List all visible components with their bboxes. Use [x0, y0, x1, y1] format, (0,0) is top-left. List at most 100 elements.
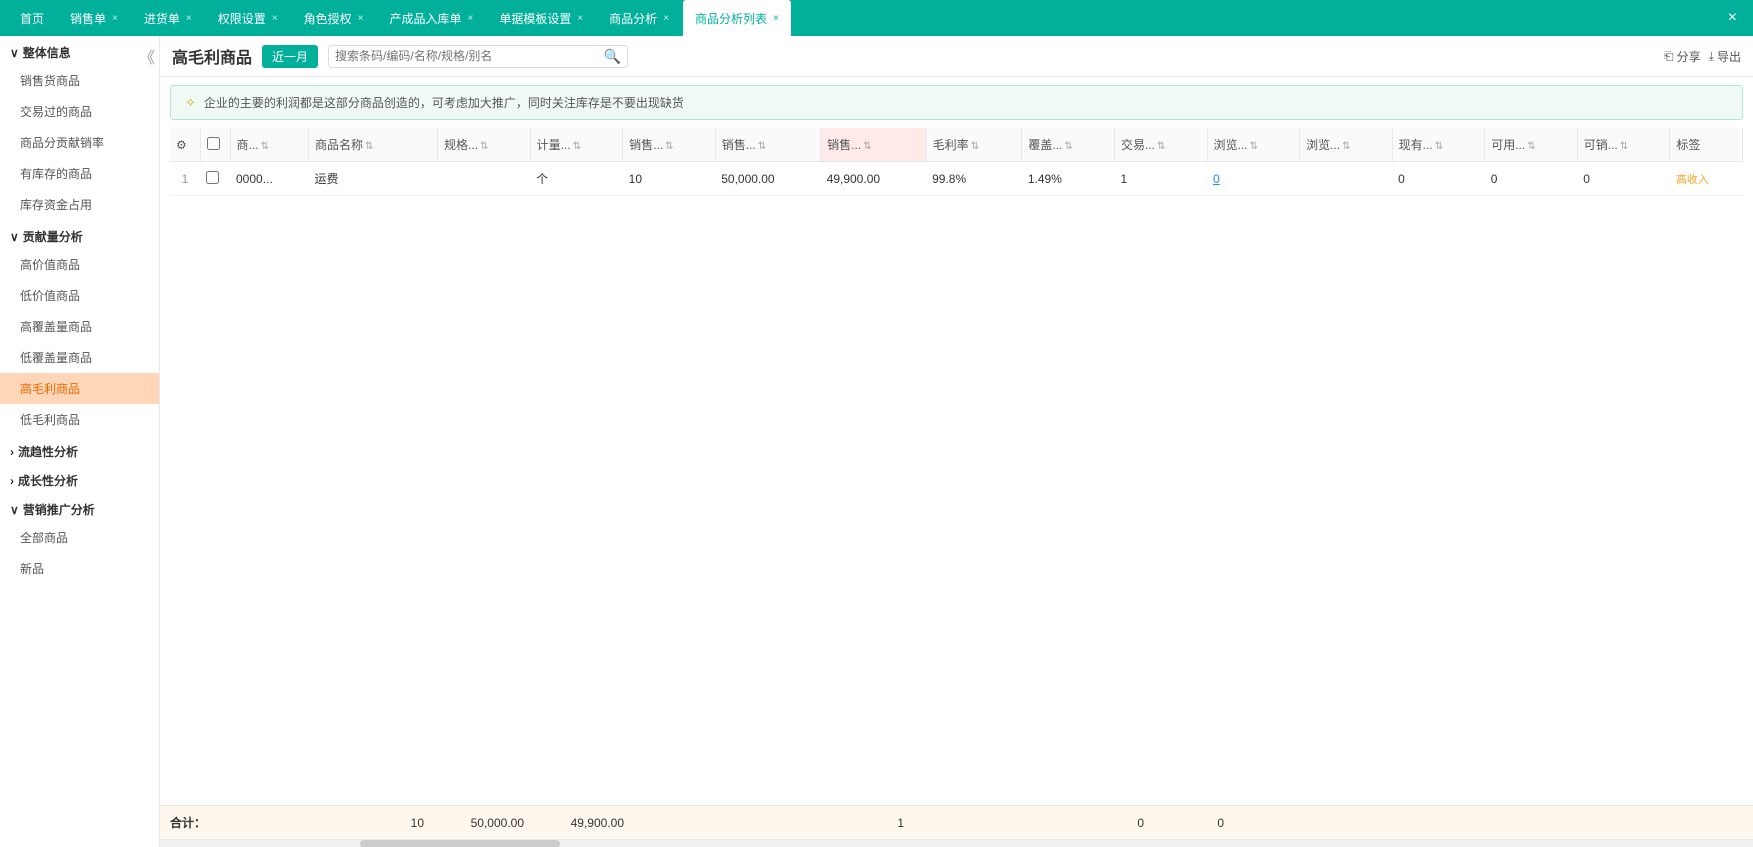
- row-current-stock: 0: [1392, 162, 1485, 196]
- footer-available: 0: [1150, 816, 1230, 830]
- share-icon: ⎗: [1664, 49, 1674, 64]
- sidebar-item-stock-goods[interactable]: 有库存的商品: [0, 158, 159, 189]
- col-views1[interactable]: 浏览...⇅: [1207, 128, 1300, 162]
- sidebar-item-high-coverage[interactable]: 高覆盖量商品: [0, 311, 159, 342]
- row-views2: [1300, 162, 1393, 196]
- row-checkbox[interactable]: [200, 162, 230, 196]
- page-title: 高毛利商品: [172, 44, 252, 68]
- row-sales-amount: 50,000.00: [715, 162, 820, 196]
- chevron-right-icon: ›: [10, 445, 14, 459]
- nav-permission[interactable]: 权限设置 ×: [206, 0, 290, 36]
- col-settings[interactable]: ⚙: [170, 128, 200, 162]
- nav-production[interactable]: 产成品入库单 ×: [377, 0, 485, 36]
- nav-template[interactable]: 单据模板设置 ×: [487, 0, 595, 36]
- col-unit[interactable]: 计量...⇅: [530, 128, 623, 162]
- filter-recent-month-button[interactable]: 近一月: [262, 45, 318, 68]
- footer-sales-qty: 10: [350, 816, 430, 830]
- sidebar-item-sales-goods[interactable]: 销售货商品: [0, 65, 159, 96]
- row-sales-qty: 10: [623, 162, 716, 196]
- nav-goods-analysis-list[interactable]: 商品分析列表 ×: [683, 0, 791, 36]
- sidebar-group-overall[interactable]: ∨ 整体信息: [0, 36, 159, 65]
- col-current-stock[interactable]: 现有...⇅: [1392, 128, 1485, 162]
- close-role-tab[interactable]: ×: [358, 13, 364, 24]
- nav-sales[interactable]: 销售单 ×: [58, 0, 130, 36]
- goods-analysis-table: ⚙ 商...⇅ 商品名称⇅ 规格...⇅ 计量...⇅ 销售...⇅ 销售...…: [170, 128, 1743, 196]
- close-sales-tab[interactable]: ×: [112, 13, 118, 24]
- col-code[interactable]: 商...⇅: [230, 128, 309, 162]
- sidebar-item-low-margin[interactable]: 低毛利商品: [0, 404, 159, 435]
- nav-role[interactable]: 角色授权 ×: [292, 0, 376, 36]
- sidebar-item-low-value[interactable]: 低价值商品: [0, 280, 159, 311]
- sidebar-item-high-margin[interactable]: 高毛利商品: [0, 373, 159, 404]
- row-spec: [438, 162, 531, 196]
- horizontal-scrollbar[interactable]: [160, 839, 1753, 847]
- search-icon[interactable]: 🔍: [604, 48, 621, 65]
- sidebar-group-contribution[interactable]: ∨ 贡献量分析: [0, 220, 159, 249]
- sidebar-item-all-goods[interactable]: 全部商品: [0, 522, 159, 553]
- row-sellable: 0: [1577, 162, 1670, 196]
- sidebar-item-contribution-rate[interactable]: 商品分贡献销率: [0, 127, 159, 158]
- sidebar-collapse-button[interactable]: 《: [139, 44, 155, 68]
- data-table-container: ⚙ 商...⇅ 商品名称⇅ 规格...⇅ 计量...⇅ 销售...⇅ 销售...…: [160, 128, 1753, 805]
- content-header: 高毛利商品 近一月 🔍 ⎗ 分享 ⤓ 导出: [160, 36, 1753, 77]
- info-banner: ✧ 企业的主要的利润都是这部分商品创造的，可考虑加大推广，同时关注库存是不要出现…: [170, 85, 1743, 120]
- sidebar-group-trend[interactable]: › 流趋性分析: [0, 435, 159, 464]
- close-goods-analysis-list-tab[interactable]: ×: [773, 13, 779, 24]
- close-template-tab[interactable]: ×: [577, 13, 583, 24]
- nav-goods-analysis[interactable]: 商品分析 ×: [597, 0, 681, 36]
- sidebar-item-new-goods[interactable]: 新品: [0, 553, 159, 584]
- footer-sales-amount: 50,000.00: [430, 816, 530, 830]
- top-navigation: 首页 销售单 × 进货单 × 权限设置 × 角色授权 × 产成品入库单 × 单据…: [0, 0, 1753, 36]
- row-sales-profit: 49,900.00: [821, 162, 926, 196]
- col-sellable[interactable]: 可销...⇅: [1577, 128, 1670, 162]
- row-num: 1: [170, 162, 200, 196]
- info-icon: ✧: [185, 95, 196, 111]
- table-footer: 合计： 10 50,000.00 49,900.00 1 0 0: [160, 805, 1753, 839]
- sidebar-group-marketing[interactable]: ∨ 营销推广分析: [0, 493, 159, 522]
- main-layout: 《 ∨ 整体信息 销售货商品 交易过的商品 商品分贡献销率 有库存的商品 库存资…: [0, 36, 1753, 847]
- close-permission-tab[interactable]: ×: [272, 13, 278, 24]
- col-name[interactable]: 商品名称⇅: [309, 128, 438, 162]
- sidebar-item-traded-goods[interactable]: 交易过的商品: [0, 96, 159, 127]
- sidebar-item-stock-capital[interactable]: 库存资金占用: [0, 189, 159, 220]
- footer-sales-profit: 49,900.00: [530, 816, 630, 830]
- row-views1[interactable]: 0: [1207, 162, 1300, 196]
- nav-home[interactable]: 首页: [8, 0, 56, 36]
- search-input[interactable]: [335, 49, 604, 63]
- col-tag: 标签: [1670, 128, 1743, 162]
- table-row: 1 0000... 运费 个 10 50,000.00 49,900.00 99…: [170, 162, 1743, 196]
- export-button[interactable]: ⤓ 导出: [1709, 48, 1741, 65]
- row-transactions: 1: [1114, 162, 1207, 196]
- close-production-tab[interactable]: ×: [467, 13, 473, 24]
- close-purchase-tab[interactable]: ×: [186, 13, 192, 24]
- col-sales-amount[interactable]: 销售...⇅: [715, 128, 820, 162]
- chevron-down-icon: ∨: [10, 46, 19, 60]
- col-sales-profit[interactable]: 销售...⇅: [821, 128, 926, 162]
- row-coverage: 1.49%: [1022, 162, 1115, 196]
- col-checkbox: [200, 128, 230, 162]
- col-sales-qty[interactable]: 销售...⇅: [623, 128, 716, 162]
- col-available[interactable]: 可用...⇅: [1485, 128, 1578, 162]
- row-tag: 高收入: [1670, 162, 1743, 196]
- col-spec[interactable]: 规格...⇅: [438, 128, 531, 162]
- select-all-checkbox[interactable]: [207, 137, 220, 150]
- row-available: 0: [1485, 162, 1578, 196]
- row-gross-margin: 99.8%: [926, 162, 1022, 196]
- sidebar-item-high-value[interactable]: 高价值商品: [0, 249, 159, 280]
- footer-transactions: 1: [830, 816, 910, 830]
- close-goods-analysis-tab[interactable]: ×: [663, 13, 669, 24]
- content-area: 高毛利商品 近一月 🔍 ⎗ 分享 ⤓ 导出 ✧ 企业的主要的利润都是这部分商品创…: [160, 36, 1753, 847]
- nav-purchase[interactable]: 进货单 ×: [132, 0, 204, 36]
- col-transactions[interactable]: 交易...⇅: [1114, 128, 1207, 162]
- col-coverage[interactable]: 覆盖...⇅: [1022, 128, 1115, 162]
- col-gross-margin[interactable]: 毛利率⇅: [926, 128, 1022, 162]
- footer-current-stock: 0: [1070, 816, 1150, 830]
- share-button[interactable]: ⎗ 分享: [1664, 48, 1701, 65]
- window-close-button[interactable]: ×: [1720, 9, 1745, 27]
- search-box: 🔍: [328, 45, 628, 68]
- col-views2[interactable]: 浏览...⇅: [1300, 128, 1393, 162]
- header-actions: ⎗ 分享 ⤓ 导出: [1664, 48, 1741, 65]
- sidebar-group-growth[interactable]: › 成长性分析: [0, 464, 159, 493]
- sidebar-item-low-coverage[interactable]: 低覆盖量商品: [0, 342, 159, 373]
- row-code: 0000...: [230, 162, 309, 196]
